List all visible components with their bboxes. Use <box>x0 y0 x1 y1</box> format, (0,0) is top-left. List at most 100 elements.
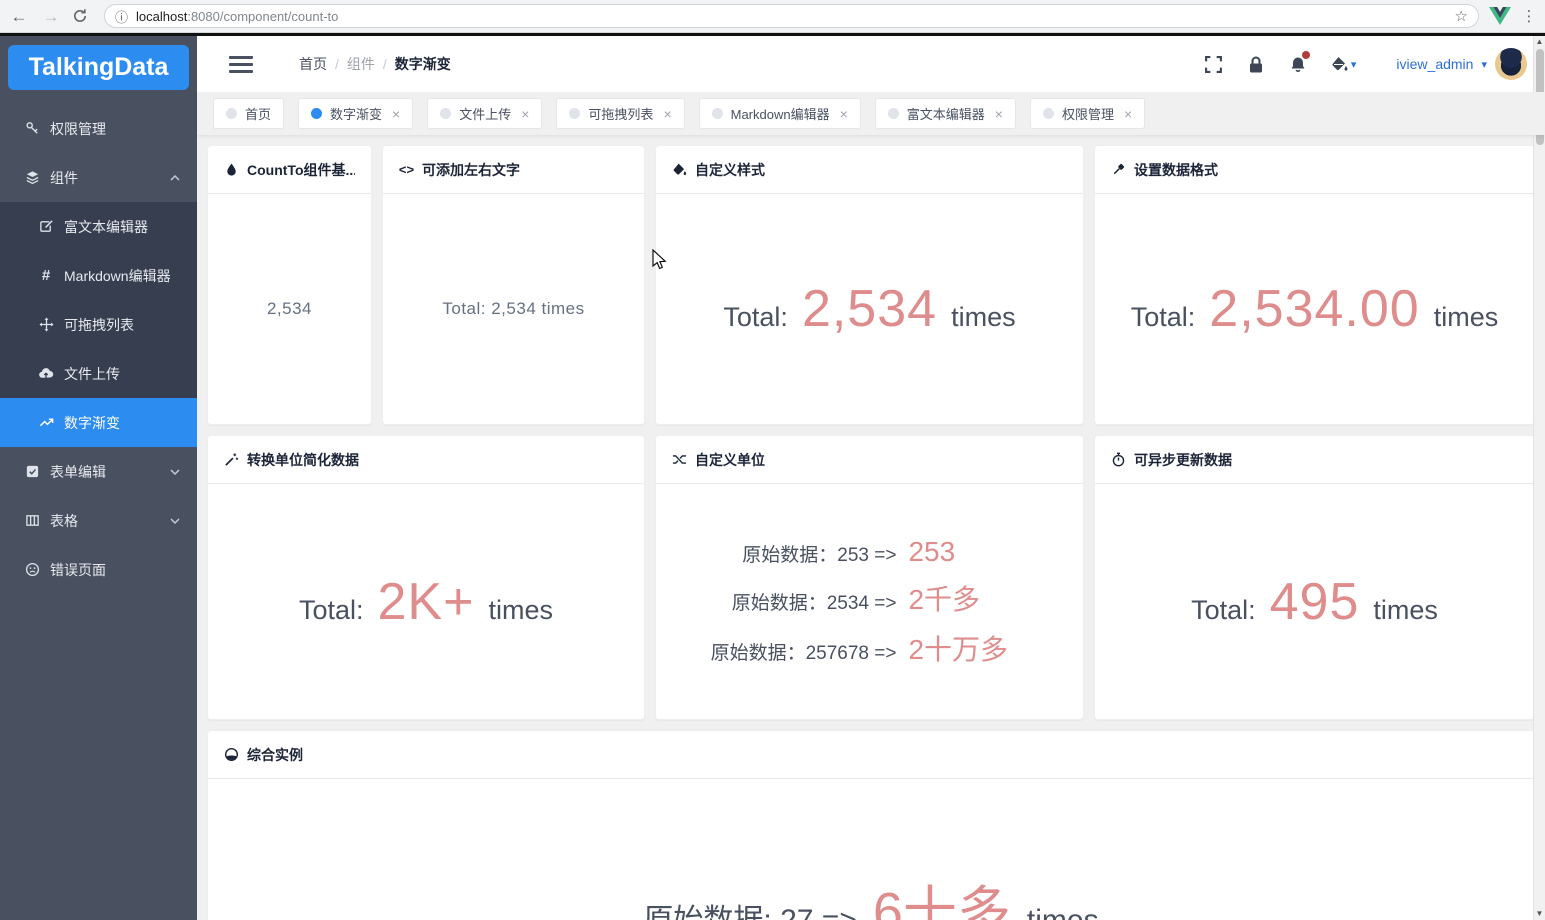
scroll-up-icon[interactable]: ▲ <box>1534 36 1545 48</box>
compose-icon <box>38 219 54 235</box>
count-value: 2,534 <box>801 280 938 338</box>
sidebar-item-label: 表单编辑 <box>50 463 106 480</box>
count-value: 2十万多 <box>908 633 1009 665</box>
browser-toolbar: ← → ⓘ localhost:8080/component/count-to … <box>0 0 1545 33</box>
sidebar-item-label: 富文本编辑器 <box>64 218 148 235</box>
close-icon[interactable]: × <box>663 106 671 122</box>
tab-home[interactable]: 首页 <box>213 98 285 129</box>
count-value: 2K+ <box>377 572 475 631</box>
theme-switcher[interactable]: ▾ <box>1330 55 1357 73</box>
tab-dot <box>1042 108 1054 119</box>
avatar[interactable] <box>1495 48 1527 80</box>
count-value: 2,534 <box>266 299 313 318</box>
checkbox-icon <box>24 464 40 480</box>
paint-bucket-icon <box>672 162 687 177</box>
hamburger-menu-icon[interactable] <box>229 52 253 77</box>
browser-menu-icon[interactable]: ⋮ <box>1521 7 1537 25</box>
forward-icon[interactable]: → <box>40 8 62 25</box>
tab-markdown-editor[interactable]: Markdown编辑器 × <box>698 98 861 129</box>
tab-dot <box>569 108 581 119</box>
sidebar-item-draggable-list[interactable]: 可拖拽列表 <box>0 300 197 349</box>
page-info-icon[interactable]: ⓘ <box>115 7 128 26</box>
sidebar-item-rich-text-editor[interactable]: 富文本编辑器 <box>0 202 197 251</box>
close-icon[interactable]: × <box>521 106 529 122</box>
lock-icon[interactable] <box>1246 54 1266 74</box>
sidebar-item-markdown-editor[interactable]: # Markdown编辑器 <box>0 251 197 300</box>
magic-wand-icon <box>224 452 239 467</box>
card-title: 可异步更新数据 <box>1134 451 1232 468</box>
tags-nav: 首页 数字渐变 × 文件上传 × 可拖拽列表 × Markdown编辑器 × 富… <box>197 92 1545 135</box>
scroll-down-icon[interactable]: ▼ <box>1534 908 1545 920</box>
bookmark-star-icon[interactable]: ☆ <box>1455 7 1468 25</box>
page-content: CountTo组件基... 2,534 <> 可添加左右文字 Total: 2,… <box>197 135 1545 920</box>
count-line: Total: 495 times <box>1191 572 1438 631</box>
card-title: CountTo组件基... <box>247 161 355 178</box>
cloud-upload-icon <box>38 366 54 382</box>
sidebar-item-form-editor[interactable]: 表单编辑 <box>0 447 197 496</box>
username: iview_admin <box>1396 56 1474 72</box>
logo[interactable]: TalkingData <box>8 45 189 90</box>
sidebar-item-label: Markdown编辑器 <box>64 267 171 284</box>
caret-down-icon: ▾ <box>1350 58 1357 71</box>
card-countto-simplify: 转换单位简化数据 Total: 2K+ times <box>207 435 645 720</box>
close-icon[interactable]: × <box>995 106 1003 122</box>
stopwatch-icon <box>1111 452 1126 467</box>
chevron-up-icon <box>169 172 181 184</box>
card-title: 综合实例 <box>247 746 303 763</box>
sidebar-item-error-pages[interactable]: 错误页面 <box>0 545 197 594</box>
card-countto-mix: 综合实例 原始数据: 27 => 6十多 times <box>207 730 1535 920</box>
tab-dot <box>226 108 237 119</box>
vue-devtools-icon[interactable] <box>1489 7 1511 25</box>
count-line: 原始数据: 27 => 6十多 times <box>643 867 1098 920</box>
tab-count-to[interactable]: 数字渐变 × <box>298 98 414 129</box>
move-icon <box>38 317 54 333</box>
count-line: Total: 2,534 times <box>723 280 1016 338</box>
refresh-icon[interactable] <box>72 8 94 24</box>
sidebar-item-tables[interactable]: 表格 <box>0 496 197 545</box>
header: 首页 / 组件 / 数字渐变 ▾ iview_admin ▾ <box>197 36 1545 92</box>
tab-dot <box>711 108 723 119</box>
tab-dot <box>887 108 899 119</box>
pound-icon: # <box>41 267 51 284</box>
caret-down-icon: ▾ <box>1481 58 1487 71</box>
notification-bell-icon[interactable] <box>1288 51 1310 74</box>
fullscreen-icon[interactable] <box>1204 54 1224 74</box>
tab-dot <box>311 108 323 119</box>
tab-file-upload[interactable]: 文件上传 × <box>427 98 543 129</box>
card-countto-unit: 自定义单位 原始数据：253 => 253 原始数据：2534 => 2千多 原… <box>655 435 1084 720</box>
tab-rich-text-editor[interactable]: 富文本编辑器 × <box>874 98 1016 129</box>
card-title: 可添加左右文字 <box>422 161 520 178</box>
chevron-down-icon <box>169 466 181 478</box>
layers-icon <box>24 170 40 186</box>
breadcrumb-home[interactable]: 首页 <box>299 54 327 74</box>
address-bar[interactable]: ⓘ localhost:8080/component/count-to ☆ <box>104 4 1479 28</box>
sidebar-item-count-to[interactable]: 数字渐变 <box>0 398 197 447</box>
close-icon[interactable]: × <box>392 106 400 122</box>
sidebar-item-label: 错误页面 <box>50 561 106 578</box>
sidebar-item-label: 权限管理 <box>50 120 106 137</box>
count-line: Total: 2,534.00 times <box>1130 280 1499 338</box>
sidebar-item-file-upload[interactable]: 文件上传 <box>0 349 197 398</box>
tab-draggable-list[interactable]: 可拖拽列表 × <box>556 98 685 129</box>
close-icon[interactable]: × <box>840 106 848 122</box>
close-icon[interactable]: × <box>1124 106 1132 122</box>
sidebar-item-label: 可拖拽列表 <box>64 316 134 333</box>
breadcrumb-current: 数字渐变 <box>394 56 451 72</box>
sidebar-item-components[interactable]: 组件 <box>0 153 197 202</box>
user-menu[interactable]: iview_admin ▾ <box>1396 48 1527 80</box>
unit-row: 原始数据：253 => 253 <box>742 536 1028 568</box>
page-scrollbar[interactable]: ▲ ▼ <box>1533 36 1545 920</box>
sidebar-submenu-components: 富文本编辑器 # Markdown编辑器 可拖拽列表 文件上传 数字渐变 <box>0 202 197 447</box>
sidebar-item-permissions[interactable]: 权限管理 <box>0 104 197 153</box>
card-title: 设置数据格式 <box>1134 161 1218 178</box>
breadcrumb-section[interactable]: 组件 <box>347 54 375 74</box>
back-icon[interactable]: ← <box>8 8 30 25</box>
tab-permissions[interactable]: 权限管理 × <box>1029 98 1146 129</box>
sidebar: TalkingData 权限管理 组件 富文本编辑器 # Markdown编辑器… <box>0 36 197 920</box>
card-countto-style: 自定义样式 Total: 2,534 times <box>655 145 1084 425</box>
notification-badge <box>1301 51 1310 59</box>
card-title: 自定义单位 <box>695 451 765 468</box>
shuffle-icon <box>672 452 687 467</box>
unit-rows: 原始数据：253 => 253 原始数据：2534 => 2千多 原始数据：25… <box>711 536 1029 668</box>
url-text[interactable]: localhost:8080/component/count-to <box>136 9 1447 24</box>
